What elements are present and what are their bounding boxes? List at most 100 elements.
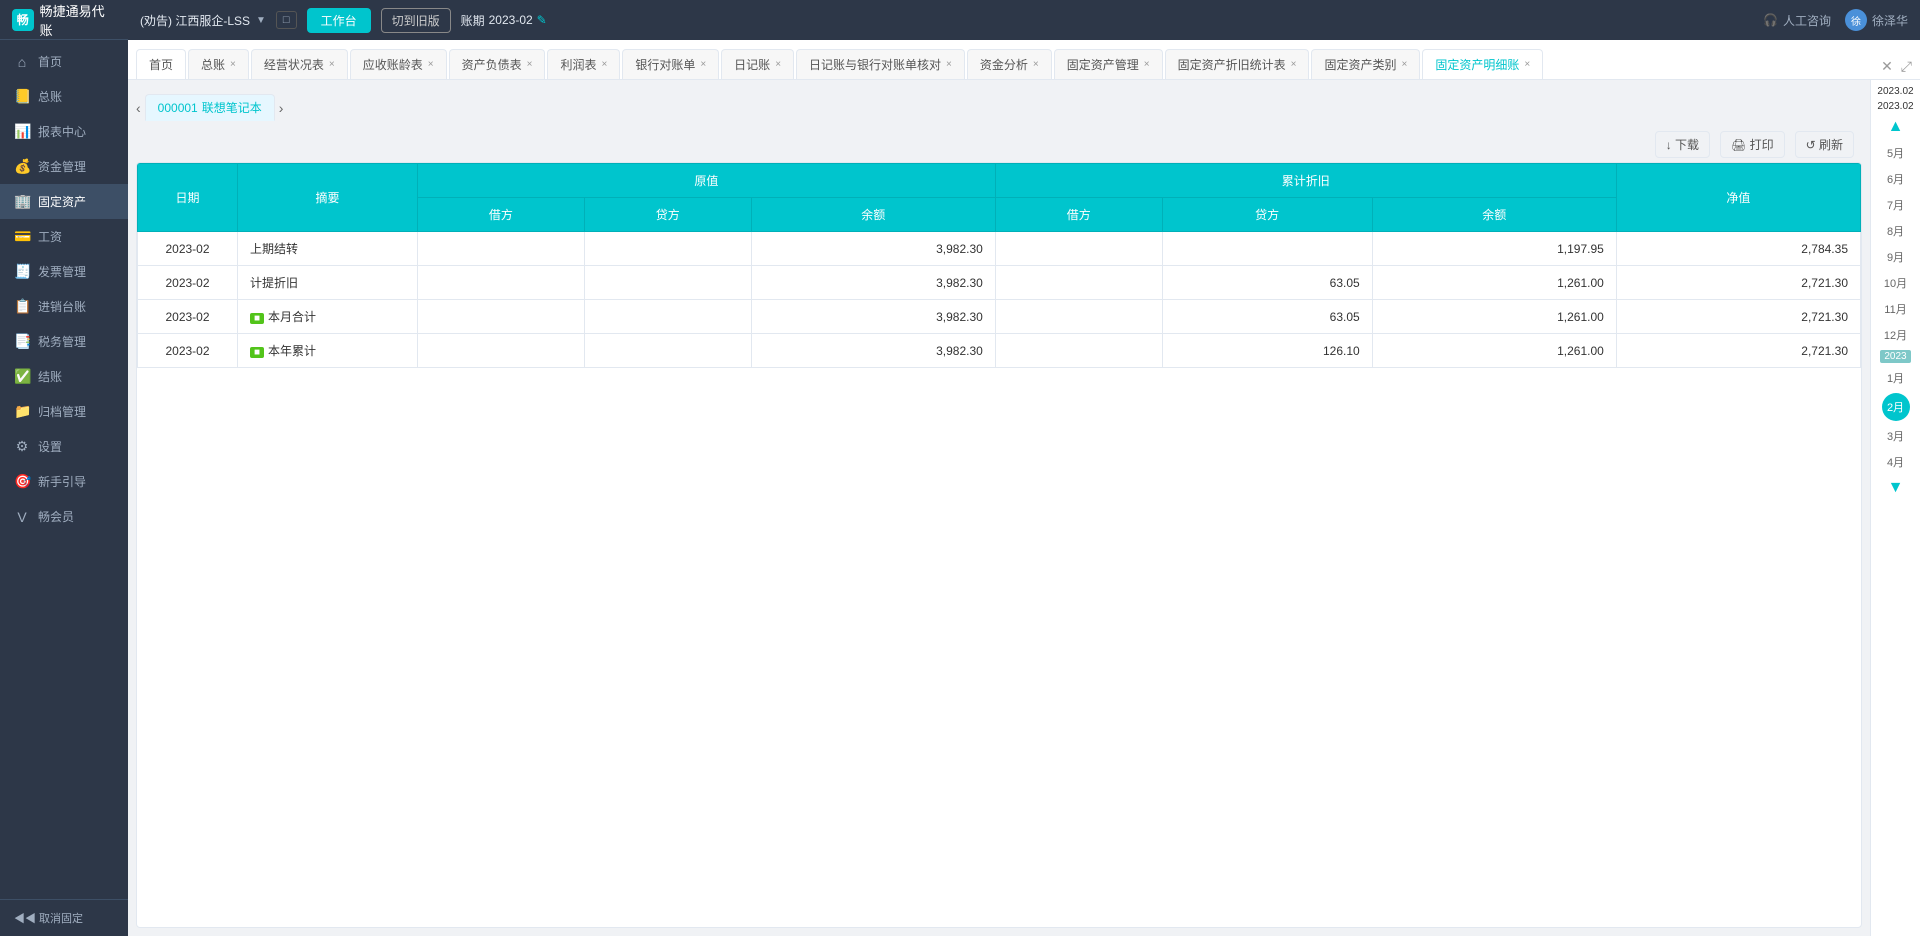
timeline-month-7月[interactable]: 7月: [1871, 194, 1920, 216]
tab-close-ledger[interactable]: ×: [230, 59, 236, 70]
tab-operations[interactable]: 经营状况表×: [251, 49, 348, 79]
cell-acc-credit-1: 63.05: [1162, 266, 1372, 300]
tab-receivables[interactable]: 应收账龄表×: [350, 49, 447, 79]
sidebar-item-fixed-assets[interactable]: 🏢固定资产: [0, 184, 128, 219]
tab-journal[interactable]: 日记账 ×: [721, 49, 794, 79]
sidebar-item-invoice[interactable]: 🧾发票管理: [0, 254, 128, 289]
app-name: 畅捷通易代账: [40, 1, 116, 39]
tab-reconcile[interactable]: 日记账与银行对账单核对×: [796, 49, 965, 79]
tab-close-operations[interactable]: ×: [329, 59, 335, 70]
tab-bank-stmt[interactable]: 银行对账单×: [622, 49, 719, 79]
tab-close-reconcile[interactable]: ×: [946, 59, 952, 70]
timeline-month-2月[interactable]: 2月: [1882, 393, 1910, 421]
timeline-month-8月[interactable]: 8月: [1871, 220, 1920, 242]
vip-icon: V: [14, 509, 30, 525]
tab-ledger[interactable]: 总账×: [188, 49, 249, 79]
timeline-month-5月[interactable]: 5月: [1871, 142, 1920, 164]
timeline-month-3月[interactable]: 3月: [1871, 425, 1920, 447]
tab-fixed-detail[interactable]: 固定资产明细账×: [1422, 49, 1543, 79]
timeline-item-5月: 5月: [1871, 140, 1920, 166]
company-selector[interactable]: (劝告) 江西服企-LSS ▼: [140, 12, 266, 29]
user-profile[interactable]: 徐 徐泽华: [1845, 9, 1908, 31]
period-edit-icon[interactable]: ✎: [537, 13, 547, 27]
sidebar-item-archive[interactable]: 📁归档管理: [0, 394, 128, 429]
tab-close-journal[interactable]: ×: [775, 59, 781, 70]
sidebar-item-closing[interactable]: ✅结账: [0, 359, 128, 394]
tab-close-balance-sheet[interactable]: ×: [527, 59, 533, 70]
tab-label-depreciation-stat: 固定资产折旧统计表: [1178, 56, 1286, 73]
sub-tab-asset[interactable]: 000001 联想笔记本: [145, 94, 275, 121]
cell-orig-balance-0: 3,982.30: [751, 232, 995, 266]
tab-fund-analysis[interactable]: 资金分析 ×: [967, 49, 1052, 79]
sub-tab-prev[interactable]: ‹: [136, 100, 141, 116]
sidebar-item-settings[interactable]: ⚙ 设置: [0, 429, 128, 464]
cell-desc-0: 上期结转: [238, 232, 418, 266]
tab-fixed-category[interactable]: 固定资产类别×: [1311, 49, 1420, 79]
toolbar: ↓ 下载 🖨 打印 ↺ 刷新: [136, 127, 1862, 162]
sidebar-label-settings: 设置: [38, 438, 62, 455]
sidebar-item-payroll[interactable]: 💳工资: [0, 219, 128, 254]
tab-fixed-mgmt[interactable]: 固定资产管理×: [1054, 49, 1163, 79]
sidebar-item-ledger[interactable]: 📒总账: [0, 79, 128, 114]
sidebar-item-sales-ledger[interactable]: 📋进销台账: [0, 289, 128, 324]
switch-version-btn[interactable]: 切到旧版: [381, 8, 451, 33]
timeline-month-4月[interactable]: 4月: [1871, 451, 1920, 473]
sub-tab-next[interactable]: ›: [279, 100, 284, 116]
print-btn[interactable]: 🖨 打印: [1720, 131, 1785, 158]
close-all-icon[interactable]: ✕: [1881, 58, 1893, 75]
sidebar-item-reports[interactable]: 📊报表中心: [0, 114, 128, 149]
cell-orig-debit-3: [418, 334, 585, 368]
tab-close-fixed-category[interactable]: ×: [1401, 59, 1407, 70]
table-row: 2023-02 ■本月合计 3,982.30 63.05 1,261.00 2,…: [138, 300, 1861, 334]
sidebar-unpin-btn[interactable]: ◀◀ 取消固定: [0, 899, 128, 936]
timeline-up-btn[interactable]: ▲: [1884, 114, 1908, 140]
tab-close-fixed-mgmt[interactable]: ×: [1144, 59, 1150, 70]
timeline-month-9月[interactable]: 9月: [1871, 246, 1920, 268]
cell-net-2: 2,721.30: [1616, 300, 1860, 334]
tab-close-fund-analysis[interactable]: ×: [1033, 59, 1039, 70]
timeline-month-10月[interactable]: 10月: [1871, 272, 1920, 294]
timeline-down-btn[interactable]: ▼: [1884, 475, 1908, 501]
timeline-month-1月[interactable]: 1月: [1871, 367, 1920, 389]
tabbar-actions: ✕ ⤢: [1881, 58, 1912, 79]
tab-home[interactable]: 首页: [136, 49, 186, 79]
tab-close-receivables[interactable]: ×: [428, 59, 434, 70]
sales-ledger-icon: 📋: [14, 298, 30, 315]
cell-date-2: 2023-02: [138, 300, 238, 334]
timeline-period-top2: 2023.02: [1877, 99, 1913, 114]
sub-tabs: ‹ 000001 联想笔记本 ›: [136, 88, 1862, 127]
sidebar-item-vip[interactable]: V畅会员: [0, 499, 128, 534]
timeline-month-12月[interactable]: 12月: [1871, 324, 1920, 346]
settings-icon: ⚙: [14, 438, 30, 455]
tab-label-fund-analysis: 资金分析: [980, 56, 1028, 73]
cell-acc-debit-2: [995, 300, 1162, 334]
help-btn[interactable]: 🎧 人工咨询: [1763, 12, 1831, 29]
sidebar-item-tax[interactable]: 📑税务管理: [0, 324, 128, 359]
copy-btn[interactable]: □: [276, 11, 297, 29]
fixed-assets-icon: 🏢: [14, 193, 30, 210]
download-btn[interactable]: ↓ 下载: [1655, 131, 1710, 158]
tab-close-profit[interactable]: ×: [601, 59, 607, 70]
tab-close-depreciation-stat[interactable]: ×: [1291, 59, 1297, 70]
tab-profit[interactable]: 利润表×: [547, 49, 620, 79]
timeline-item-10月: 10月: [1871, 270, 1920, 296]
tab-close-bank-stmt[interactable]: ×: [700, 59, 706, 70]
timeline-item-2月: 2月: [1871, 391, 1920, 423]
timeline-year-badge: 2023: [1880, 350, 1910, 363]
sidebar-item-capital[interactable]: 💰资金管理: [0, 149, 128, 184]
timeline-month-11月[interactable]: 11月: [1871, 298, 1920, 320]
cell-acc-balance-1: 1,261.00: [1372, 266, 1616, 300]
workspace-btn[interactable]: 工作台: [307, 8, 371, 33]
sidebar-item-home[interactable]: ⌂首页: [0, 44, 128, 79]
tab-close-fixed-detail[interactable]: ×: [1524, 59, 1530, 70]
sidebar-item-guide[interactable]: 🎯新手引导: [0, 464, 128, 499]
cell-date-1: 2023-02: [138, 266, 238, 300]
tab-label-balance-sheet: 资产负债表: [462, 56, 522, 73]
tab-depreciation-stat[interactable]: 固定资产折旧统计表 ×: [1165, 49, 1310, 79]
username: 徐泽华: [1872, 12, 1908, 29]
timeline-month-6月[interactable]: 6月: [1871, 168, 1920, 190]
tab-balance-sheet[interactable]: 资产负债表 ×: [449, 49, 546, 79]
refresh-btn[interactable]: ↺ 刷新: [1795, 131, 1854, 158]
maximize-icon[interactable]: ⤢: [1901, 58, 1912, 75]
tab-label-journal: 日记账: [734, 56, 770, 73]
